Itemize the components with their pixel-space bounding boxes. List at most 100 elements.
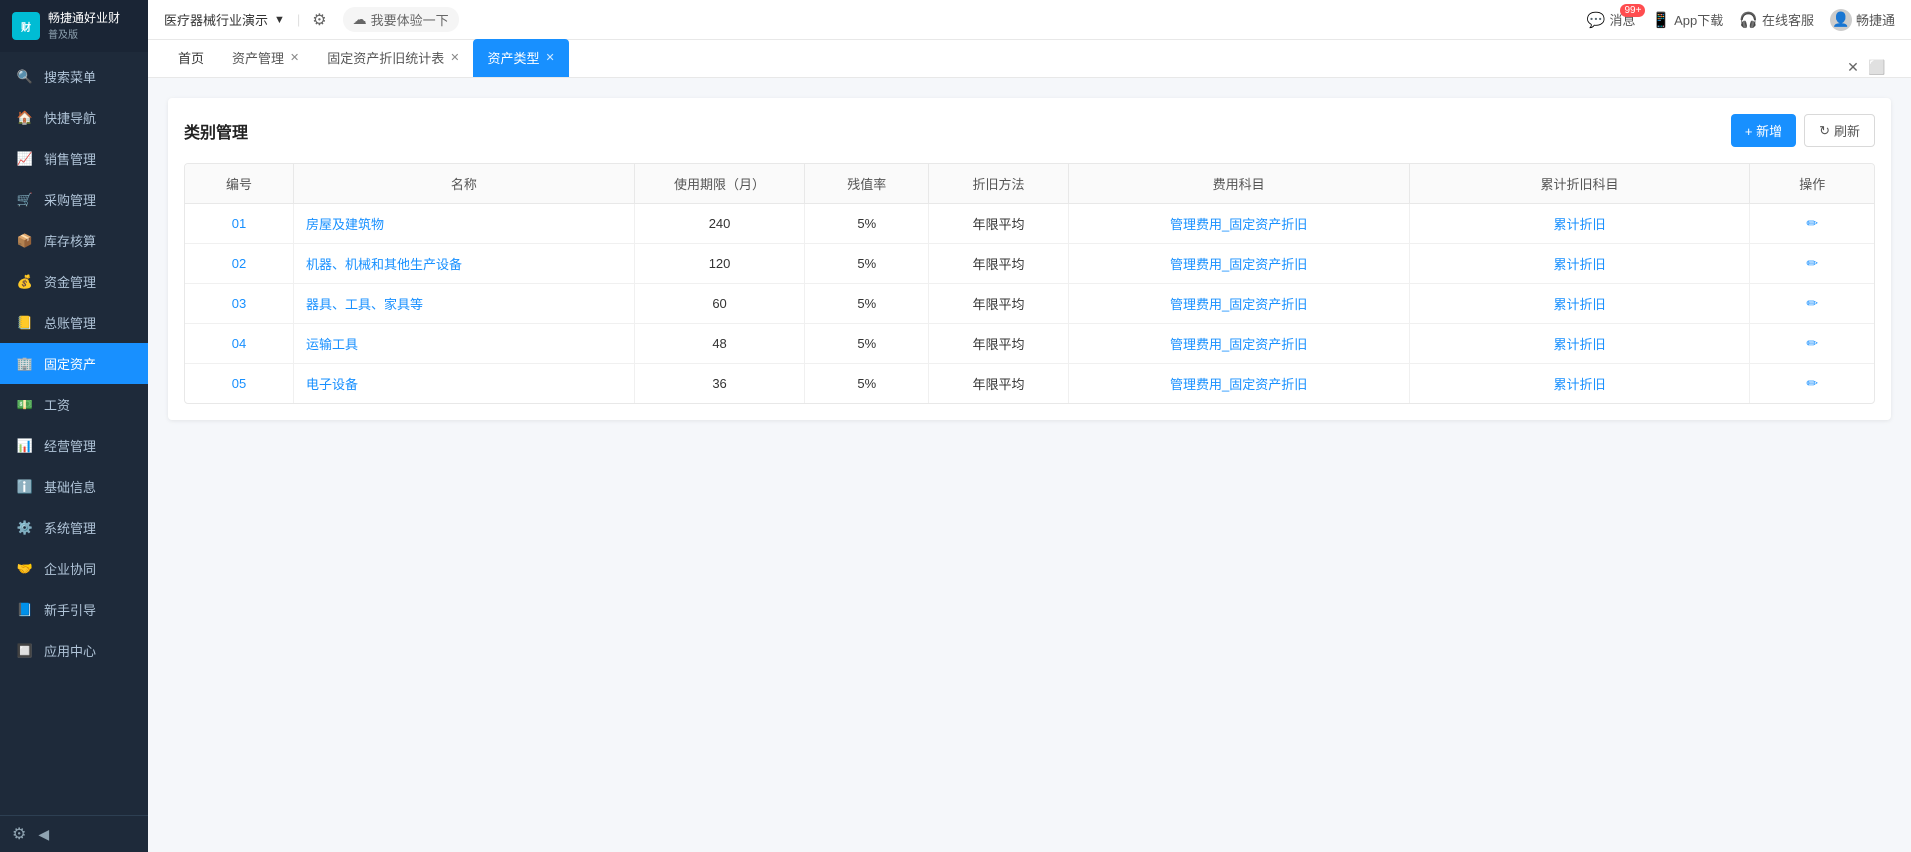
content-header: 类别管理 + 新增 ↻ 刷新: [184, 114, 1875, 147]
sidebar-item-search[interactable]: 🔍 搜索菜单: [0, 56, 148, 97]
experience-label: 我要体验一下: [371, 10, 449, 29]
sidebar-item-quick-nav[interactable]: 🏠 快捷导航: [0, 97, 148, 138]
fixed-assets-icon: 🏢: [16, 355, 34, 373]
sidebar-item-sales[interactable]: 📈 销售管理: [0, 138, 148, 179]
message-button[interactable]: 💬 消息 99+: [1587, 10, 1636, 29]
close-window-button[interactable]: ✕: [1843, 57, 1863, 77]
collapse-icon[interactable]: ◀: [38, 826, 49, 843]
tab-label: 固定资产折旧统计表: [327, 48, 444, 67]
tab-label: 资产管理: [232, 48, 284, 67]
cell-method: 年限平均: [929, 284, 1068, 324]
col-header-salvage: 残值率: [805, 164, 929, 204]
sidebar-item-label: 搜索菜单: [44, 67, 96, 86]
page-title: 类别管理: [184, 119, 248, 143]
col-header-months: 使用期限（月）: [634, 164, 804, 204]
cell-months: 48: [634, 324, 804, 364]
cell-name: 电子设备: [293, 364, 634, 404]
edit-button[interactable]: ✏: [1806, 375, 1818, 391]
sidebar-item-label: 系统管理: [44, 518, 96, 537]
sidebar-item-label: 经营管理: [44, 436, 96, 455]
tab-depreciation[interactable]: 固定资产折旧统计表 ✕: [313, 39, 473, 77]
topbar: 医疗器械行业演示 ▼ | ⚙ ☁ 我要体验一下 💬 消息 99+ 📱 App下载…: [148, 0, 1911, 40]
module-name: 医疗器械行业演示: [164, 10, 268, 29]
new-button[interactable]: + 新增: [1731, 114, 1796, 147]
customer-service-label: 在线客服: [1762, 10, 1814, 29]
cell-name: 机器、机械和其他生产设备: [293, 244, 634, 284]
edit-button[interactable]: ✏: [1806, 295, 1818, 311]
cell-expense: 管理费用_固定资产折旧: [1068, 244, 1409, 284]
sidebar-item-enterprise[interactable]: 🤝 企业协同: [0, 548, 148, 589]
sidebar-item-guide[interactable]: 📘 新手引导: [0, 589, 148, 630]
cell-action: ✏: [1750, 364, 1874, 404]
cell-salvage: 5%: [805, 284, 929, 324]
edit-button[interactable]: ✏: [1806, 335, 1818, 351]
dropdown-icon: ▼: [274, 14, 285, 26]
sidebar-item-label: 总账管理: [44, 313, 96, 332]
module-selector[interactable]: 医疗器械行业演示 ▼: [164, 10, 285, 29]
sidebar-item-app-center[interactable]: 🔲 应用中心: [0, 630, 148, 671]
edit-button[interactable]: ✏: [1806, 215, 1818, 231]
main-area: 医疗器械行业演示 ▼ | ⚙ ☁ 我要体验一下 💬 消息 99+ 📱 App下载…: [148, 0, 1911, 852]
sidebar-item-label: 工资: [44, 395, 70, 414]
sidebar-item-label: 资金管理: [44, 272, 96, 291]
sidebar-item-inventory[interactable]: 📦 库存核算: [0, 220, 148, 261]
edit-button[interactable]: ✏: [1806, 255, 1818, 271]
cell-action: ✏: [1750, 284, 1874, 324]
user-menu[interactable]: 👤 畅捷通: [1830, 9, 1895, 31]
cell-code: 04: [185, 324, 293, 364]
sidebar-item-basic-info[interactable]: ℹ️ 基础信息: [0, 466, 148, 507]
sidebar-item-payroll[interactable]: 💵 工资: [0, 384, 148, 425]
home-icon: 🏠: [16, 109, 34, 127]
tab-asset-mgmt[interactable]: 资产管理 ✕: [218, 39, 313, 77]
app-download-label: App下载: [1674, 10, 1723, 29]
sidebar: 财 畅捷通好业财 普及版 🔍 搜索菜单 🏠 快捷导航 📈 销售管理 🛒 采购管理…: [0, 0, 148, 852]
cell-action: ✏: [1750, 204, 1874, 244]
customer-service-button[interactable]: 🎧 在线客服: [1739, 10, 1814, 29]
col-header-method: 折旧方法: [929, 164, 1068, 204]
cell-accumulate: 累计折旧: [1409, 204, 1750, 244]
sidebar-item-label: 库存核算: [44, 231, 96, 250]
sidebar-item-fixed-assets[interactable]: 🏢 固定资产: [0, 343, 148, 384]
tab-close-icon[interactable]: ✕: [290, 51, 299, 64]
sidebar-item-purchase[interactable]: 🛒 采购管理: [0, 179, 148, 220]
tab-asset-type[interactable]: 资产类型 ✕: [473, 39, 568, 77]
cell-code: 05: [185, 364, 293, 404]
col-header-code: 编号: [185, 164, 293, 204]
data-table: 编号 名称 使用期限（月） 残值率 折旧方法 费用科目 累计折旧科目 操作 01…: [184, 163, 1875, 404]
payroll-icon: 💵: [16, 396, 34, 414]
refresh-icon: ↻: [1819, 123, 1830, 139]
refresh-button[interactable]: ↻ 刷新: [1804, 114, 1875, 147]
cell-months: 60: [634, 284, 804, 324]
refresh-label: 刷新: [1834, 121, 1860, 140]
tab-home[interactable]: 首页: [164, 39, 218, 77]
message-icon: 💬: [1587, 11, 1606, 29]
ledger-icon: 📒: [16, 314, 34, 332]
sidebar-brand: 畅捷通好业财 普及版: [48, 11, 120, 42]
sidebar-item-ledger[interactable]: 📒 总账管理: [0, 302, 148, 343]
col-header-action: 操作: [1750, 164, 1874, 204]
tab-close-icon[interactable]: ✕: [450, 51, 459, 64]
message-badge: 99+: [1620, 4, 1645, 17]
settings-gear-icon[interactable]: ⚙: [312, 10, 326, 30]
tab-bar: 首页 资产管理 ✕ 固定资产折旧统计表 ✕ 资产类型 ✕ ✕ ⬜: [148, 40, 1911, 78]
sidebar-title: 畅捷通好业财: [48, 11, 120, 27]
table-row: 01 房屋及建筑物 240 5% 年限平均 管理费用_固定资产折旧 累计折旧 ✏: [185, 204, 1874, 244]
tab-home-label: 首页: [178, 48, 204, 67]
sidebar-item-capital[interactable]: 💰 资金管理: [0, 261, 148, 302]
purchase-icon: 🛒: [16, 191, 34, 209]
app-download-button[interactable]: 📱 App下载: [1651, 10, 1723, 29]
settings-icon[interactable]: ⚙: [12, 824, 26, 844]
experience-button[interactable]: ☁ 我要体验一下: [343, 7, 459, 32]
sidebar-item-system[interactable]: ⚙️ 系统管理: [0, 507, 148, 548]
table-row: 04 运输工具 48 5% 年限平均 管理费用_固定资产折旧 累计折旧 ✏: [185, 324, 1874, 364]
cell-action: ✏: [1750, 324, 1874, 364]
sidebar-edition: 普及版: [48, 26, 120, 41]
avatar: 👤: [1830, 9, 1852, 31]
sidebar-header: 财 畅捷通好业财 普及版: [0, 0, 148, 52]
tab-close-icon[interactable]: ✕: [546, 51, 555, 64]
sidebar-item-operations[interactable]: 📊 经营管理: [0, 425, 148, 466]
maximize-window-button[interactable]: ⬜: [1867, 57, 1887, 77]
basic-info-icon: ℹ️: [16, 478, 34, 496]
content-area: 类别管理 + 新增 ↻ 刷新 编号 名称 使用期限（月）: [148, 78, 1911, 852]
cell-method: 年限平均: [929, 244, 1068, 284]
